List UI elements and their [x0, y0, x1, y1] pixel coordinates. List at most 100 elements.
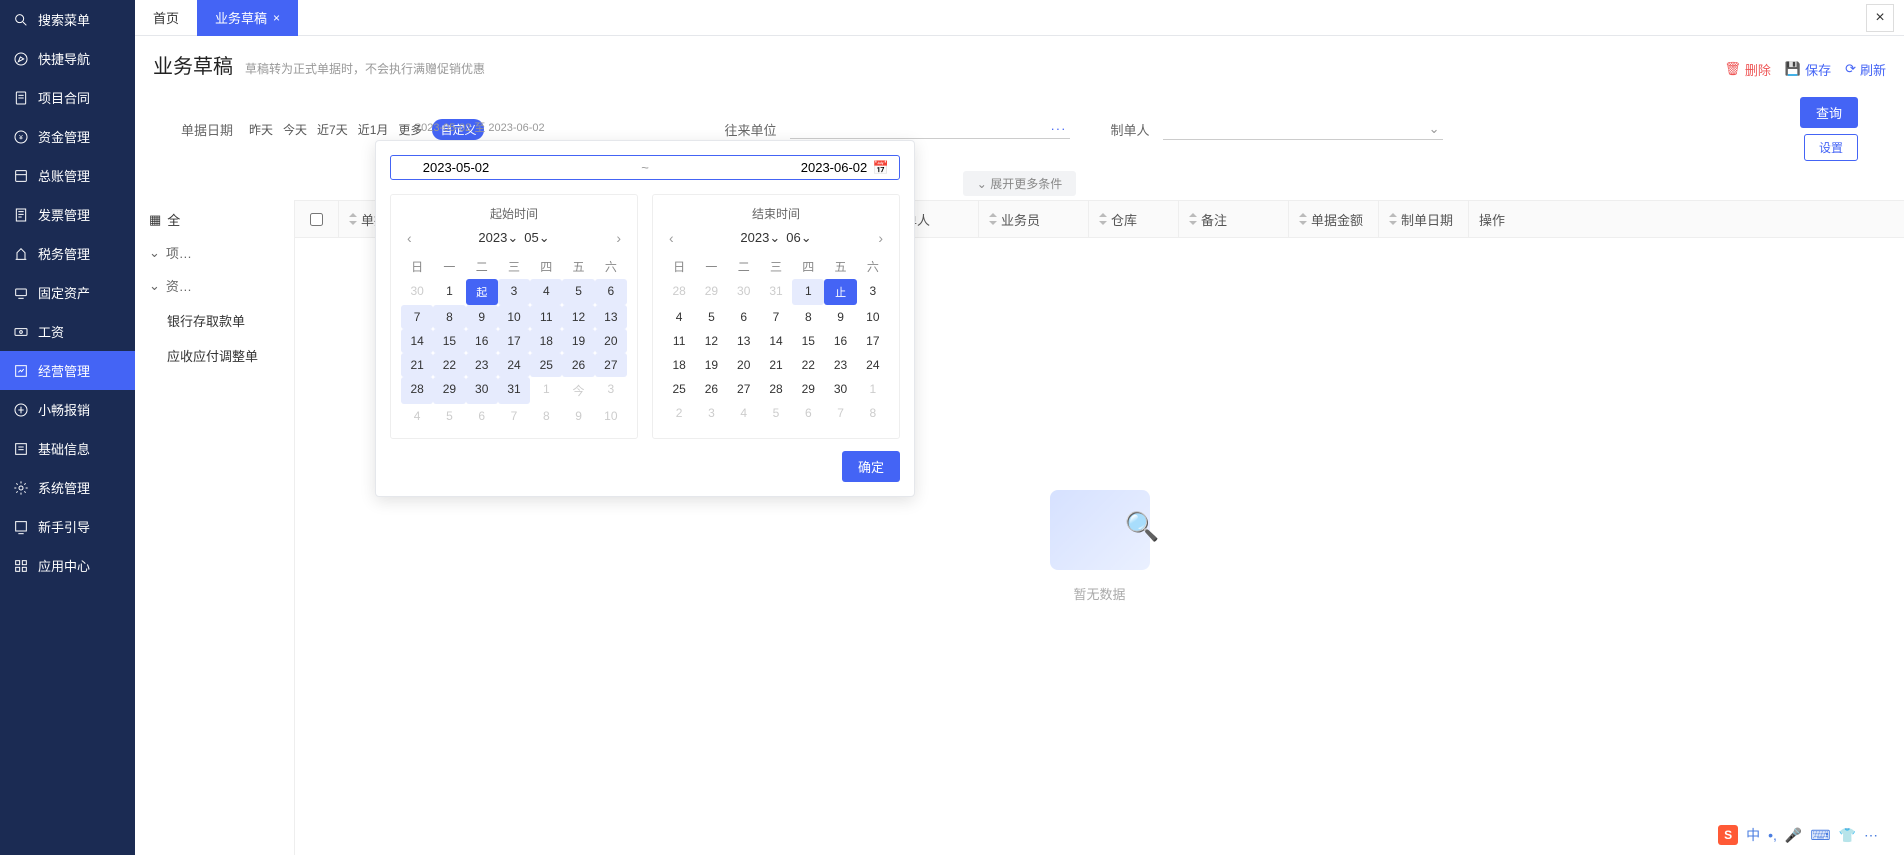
delete-button[interactable]: 🗑删除: [1724, 60, 1771, 79]
next-month-button[interactable]: ›: [872, 228, 889, 248]
calendar-day[interactable]: 31: [760, 279, 792, 305]
calendar-day[interactable]: 止: [824, 279, 856, 305]
calendar-day[interactable]: 30: [824, 377, 856, 401]
year-select[interactable]: 2023⌄: [478, 230, 518, 246]
sidebar-item-expense[interactable]: 小畅报销: [0, 390, 135, 429]
save-button[interactable]: 💾保存: [1785, 60, 1831, 79]
calendar-day[interactable]: 5: [433, 404, 465, 428]
calendar-day[interactable]: 26: [695, 377, 727, 401]
calendar-day[interactable]: 今: [562, 377, 594, 404]
calendar-day[interactable]: 29: [433, 377, 465, 404]
calendar-day[interactable]: 24: [498, 353, 530, 377]
confirm-button[interactable]: 确定: [842, 451, 900, 482]
calendar-day[interactable]: 11: [530, 305, 562, 329]
calendar-day[interactable]: 7: [760, 305, 792, 329]
calendar-day[interactable]: 21: [760, 353, 792, 377]
ime-voice[interactable]: 🎤: [1785, 827, 1802, 844]
calendar-day[interactable]: 6: [466, 404, 498, 428]
calendar-day[interactable]: 5: [562, 279, 594, 305]
th-date[interactable]: 制单日期: [1379, 201, 1469, 237]
prev-month-button[interactable]: ‹: [663, 228, 680, 248]
calendar-day[interactable]: 起: [466, 279, 498, 305]
calendar-day[interactable]: 13: [595, 305, 627, 329]
calendar-day[interactable]: 16: [466, 329, 498, 353]
date-yesterday[interactable]: 昨天: [249, 121, 273, 138]
calendar-day[interactable]: 3: [695, 401, 727, 425]
lp-item-bank[interactable]: 银行存取款单: [149, 303, 280, 338]
calendar-day[interactable]: 4: [728, 401, 760, 425]
calendar-day[interactable]: 27: [595, 353, 627, 377]
th-sales[interactable]: 业务员: [979, 201, 1089, 237]
sidebar-item-info[interactable]: 基础信息: [0, 429, 135, 468]
calendar-day[interactable]: 29: [792, 377, 824, 401]
calendar-day[interactable]: 8: [433, 305, 465, 329]
calendar-day[interactable]: 1: [857, 377, 889, 401]
expand-conditions-button[interactable]: ⌄ 展开更多条件: [963, 171, 1076, 196]
calendar-day[interactable]: 21: [401, 353, 433, 377]
calendar-day[interactable]: 3: [595, 377, 627, 404]
calendar-day[interactable]: 12: [695, 329, 727, 353]
calendar-day[interactable]: 1: [433, 279, 465, 305]
close-icon[interactable]: ×: [273, 11, 280, 25]
calendar-day[interactable]: 19: [695, 353, 727, 377]
calendar-day[interactable]: 8: [530, 404, 562, 428]
calendar-day[interactable]: 8: [792, 305, 824, 329]
sidebar-item-system[interactable]: 系统管理: [0, 468, 135, 507]
calendar-day[interactable]: 17: [498, 329, 530, 353]
calendar-day[interactable]: 19: [562, 329, 594, 353]
calendar-day[interactable]: 10: [857, 305, 889, 329]
query-button[interactable]: 查询: [1800, 97, 1858, 128]
year-select[interactable]: 2023⌄: [740, 230, 780, 246]
calendar-day[interactable]: 24: [857, 353, 889, 377]
calendar-day[interactable]: 3: [857, 279, 889, 305]
calendar-day[interactable]: 30: [728, 279, 760, 305]
next-month-button[interactable]: ›: [610, 228, 627, 248]
calendar-day[interactable]: 4: [530, 279, 562, 305]
ime-punct[interactable]: •,: [1768, 827, 1777, 843]
calendar-day[interactable]: 9: [562, 404, 594, 428]
calendar-day[interactable]: 23: [466, 353, 498, 377]
calendar-day[interactable]: 18: [530, 329, 562, 353]
th-checkbox[interactable]: [295, 201, 339, 237]
customer-more-icon[interactable]: ···: [1050, 121, 1066, 136]
calendar-day[interactable]: 28: [663, 279, 695, 305]
th-remark[interactable]: 备注: [1179, 201, 1289, 237]
calendar-day[interactable]: 16: [824, 329, 856, 353]
calendar-day[interactable]: 28: [760, 377, 792, 401]
calendar-day[interactable]: 10: [498, 305, 530, 329]
calendar-day[interactable]: 31: [498, 377, 530, 404]
lp-group-2[interactable]: ⌄资…: [149, 276, 280, 295]
calendar-day[interactable]: 22: [433, 353, 465, 377]
calendar-day[interactable]: 7: [401, 305, 433, 329]
calendar-day[interactable]: 25: [663, 377, 695, 401]
sidebar-item-invoice[interactable]: 发票管理: [0, 195, 135, 234]
month-select[interactable]: 05⌄: [524, 230, 549, 246]
calendar-day[interactable]: 7: [498, 404, 530, 428]
sidebar-item-contract[interactable]: 项目合同: [0, 78, 135, 117]
calendar-day[interactable]: 8: [857, 401, 889, 425]
lp-all[interactable]: ▦全: [149, 210, 280, 229]
refresh-button[interactable]: ⟳刷新: [1845, 60, 1886, 79]
tab-draft[interactable]: 业务草稿 ×: [197, 0, 298, 36]
settings-button[interactable]: 设置: [1804, 134, 1858, 161]
lp-item-adjust[interactable]: 应收应付调整单: [149, 338, 280, 373]
sidebar-item-apps[interactable]: 应用中心: [0, 546, 135, 585]
sidebar-item-nav[interactable]: 快捷导航: [0, 39, 135, 78]
creator-select[interactable]: ⌄: [1163, 119, 1443, 140]
calendar-day[interactable]: 25: [530, 353, 562, 377]
calendar-day[interactable]: 20: [728, 353, 760, 377]
prev-month-button[interactable]: ‹: [401, 228, 418, 248]
customer-input[interactable]: ···: [790, 119, 1070, 139]
sidebar-item-asset[interactable]: 固定资产: [0, 273, 135, 312]
window-close-button[interactable]: ×: [1866, 4, 1894, 32]
calendar-day[interactable]: 30: [401, 279, 433, 305]
calendar-day[interactable]: 4: [663, 305, 695, 329]
calendar-day[interactable]: 27: [728, 377, 760, 401]
sidebar-item-search[interactable]: 搜索菜单: [0, 0, 135, 39]
ime-keyboard[interactable]: ⌨: [1810, 827, 1830, 844]
date-today[interactable]: 今天: [283, 121, 307, 138]
calendar-day[interactable]: 17: [857, 329, 889, 353]
calendar-day[interactable]: 29: [695, 279, 727, 305]
calendar-day[interactable]: 4: [401, 404, 433, 428]
calendar-day[interactable]: 9: [824, 305, 856, 329]
